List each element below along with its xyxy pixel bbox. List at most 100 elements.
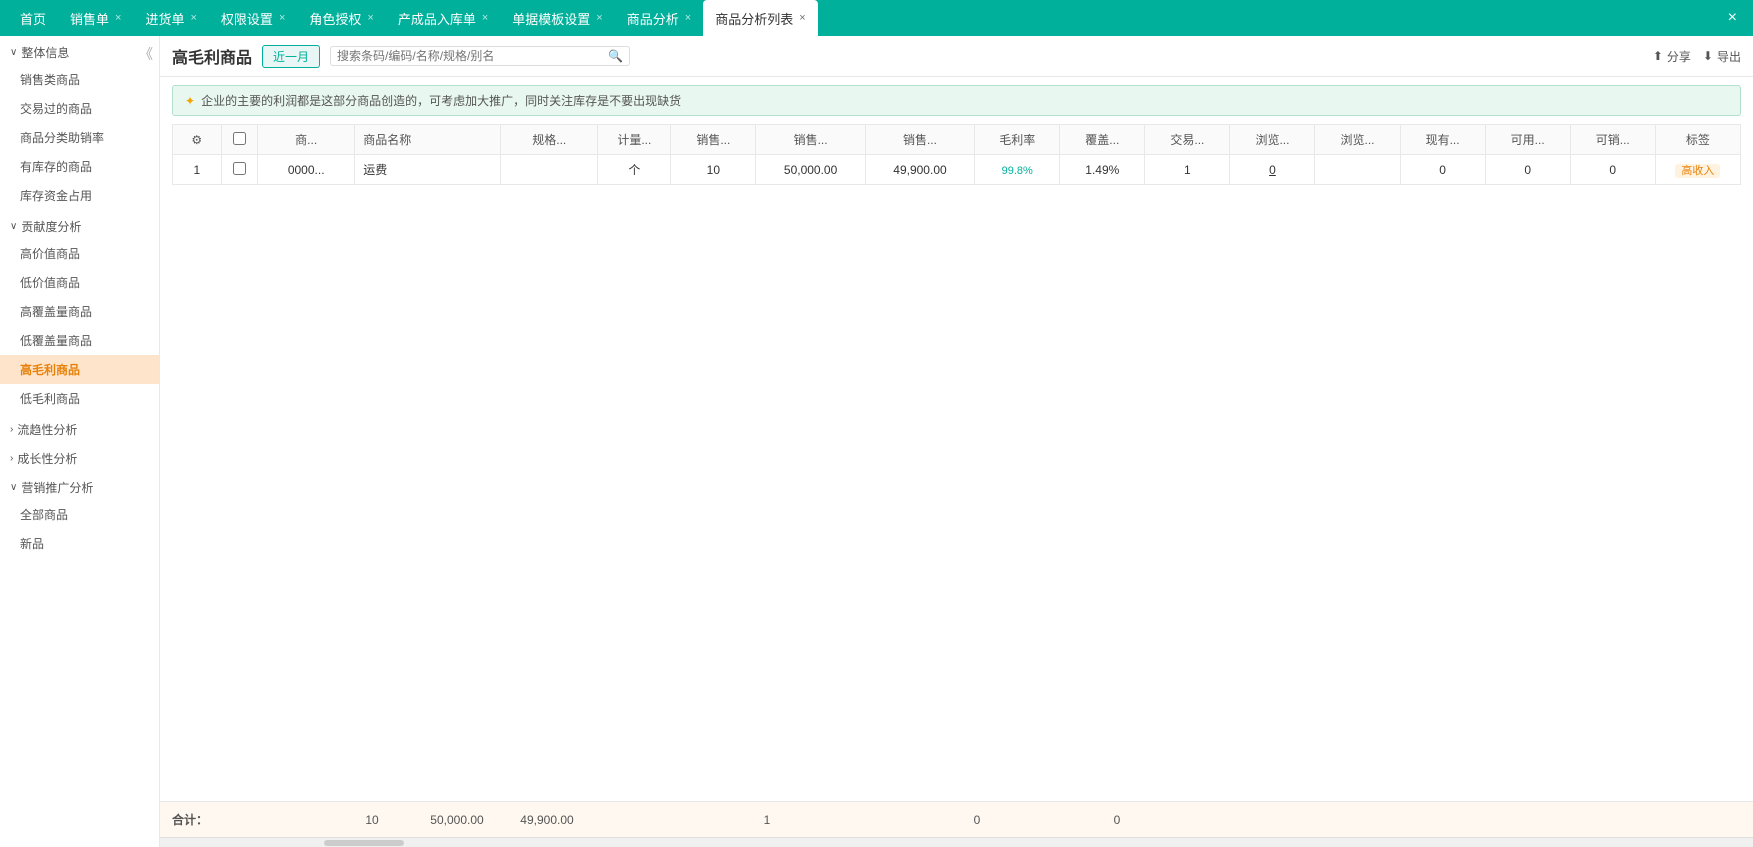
tab-analysis-list[interactable]: 商品分析列表 × <box>703 0 817 36</box>
cell-sales-cost: 49,900.00 <box>865 155 974 185</box>
col-header-browse1: 浏览... <box>1230 125 1315 155</box>
col-header-stock-avail: 可用... <box>1485 125 1570 155</box>
cell-spec <box>501 155 598 185</box>
row-checkbox[interactable] <box>233 162 246 175</box>
col-header-sales-qty: 销售... <box>671 125 756 155</box>
cell-num: 1 <box>173 155 222 185</box>
col-header-sales-cost: 销售... <box>865 125 974 155</box>
scrollbar-thumb[interactable] <box>324 840 404 846</box>
arrow-marketing: ∨ <box>10 482 17 493</box>
table-header-row: ⚙ 商... 商品名称 规格... 计量... 销售... 销售... 销售..… <box>173 125 1741 155</box>
arrow-overall: ∨ <box>10 47 17 58</box>
col-header-trade: 交易... <box>1145 125 1230 155</box>
export-icon: ⬇ <box>1703 49 1713 63</box>
sidebar-section-marketing[interactable]: ∨ 营销推广分析 <box>0 471 159 500</box>
arrow-growth: › <box>10 453 13 464</box>
cell-name: 运费 <box>355 155 501 185</box>
tab-template[interactable]: 单据模板设置 × <box>500 0 614 36</box>
close-tab-sales[interactable]: × <box>115 12 121 24</box>
col-header-sales-amt: 销售... <box>756 125 865 155</box>
sidebar-section-contribution[interactable]: ∨ 贡献度分析 <box>0 210 159 239</box>
close-tab-permission[interactable]: × <box>279 12 285 24</box>
tab-role[interactable]: 角色授权 × <box>297 0 385 36</box>
tab-analysis[interactable]: 商品分析 × <box>615 0 703 36</box>
share-button[interactable]: ⬆ 分享 <box>1653 48 1691 65</box>
header-actions: ⬆ 分享 ⬇ 导出 <box>1653 48 1741 65</box>
cell-check[interactable] <box>221 155 257 185</box>
table-container: ⚙ 商... 商品名称 规格... 计量... 销售... 销售... 销售..… <box>160 124 1753 801</box>
arrow-contribution: ∨ <box>10 221 17 232</box>
cell-browse1[interactable]: 0 <box>1230 155 1315 185</box>
horizontal-scrollbar[interactable] <box>160 837 1753 847</box>
footer-trade: 1 <box>732 813 802 827</box>
sidebar-item-low-value[interactable]: 低价值商品 <box>0 268 159 297</box>
search-box: 🔍 <box>330 46 630 66</box>
col-header-browse2: 浏览... <box>1315 125 1400 155</box>
cell-code: 0000... <box>258 155 355 185</box>
page-title: 高毛利商品 <box>172 44 252 68</box>
content-header: 高毛利商品 近一月 🔍 ⬆ 分享 ⬇ 导出 <box>160 36 1753 77</box>
tab-product-in[interactable]: 产成品入库单 × <box>386 0 500 36</box>
export-button[interactable]: ⬇ 导出 <box>1703 48 1741 65</box>
sidebar-item-stocked-goods[interactable]: 有库存的商品 <box>0 152 159 181</box>
footer-sellable: 0 <box>1082 813 1152 827</box>
search-input[interactable] <box>337 49 608 63</box>
tab-permission[interactable]: 权限设置 × <box>209 0 297 36</box>
tab-sales[interactable]: 销售单 × <box>58 0 133 36</box>
cell-trade: 1 <box>1145 155 1230 185</box>
col-header-stock-cur: 现有... <box>1400 125 1485 155</box>
close-tab-purchase[interactable]: × <box>190 12 196 24</box>
col-header-code: 商... <box>258 125 355 155</box>
sidebar-collapse-button[interactable]: 《 <box>139 44 153 64</box>
close-tab-analysis[interactable]: × <box>685 12 691 24</box>
sidebar-item-all-goods[interactable]: 全部商品 <box>0 500 159 529</box>
cell-margin-rate: 99.8% <box>975 155 1060 185</box>
filter-month-button[interactable]: 近一月 <box>262 45 320 68</box>
sidebar-item-low-coverage[interactable]: 低覆盖量商品 <box>0 326 159 355</box>
main-container: 《 ∨ 整体信息 销售类商品 交易过的商品 商品分类助销率 有库存的商品 库存资… <box>0 36 1753 847</box>
sidebar-item-high-margin[interactable]: 高毛利商品 <box>0 355 159 384</box>
col-header-margin: 毛利率 <box>975 125 1060 155</box>
close-tab-role[interactable]: × <box>367 12 373 24</box>
select-all-checkbox[interactable] <box>233 132 246 145</box>
cell-sales-qty: 10 <box>671 155 756 185</box>
sidebar-section-growth[interactable]: › 成长性分析 <box>0 442 159 471</box>
col-header-check[interactable] <box>221 125 257 155</box>
sidebar-item-stock-capital[interactable]: 库存资金占用 <box>0 181 159 210</box>
cell-sellable: 0 <box>1570 155 1655 185</box>
cell-unit: 个 <box>598 155 671 185</box>
footer-stock-cur: 0 <box>942 813 1012 827</box>
sidebar-item-traded-goods[interactable]: 交易过的商品 <box>0 94 159 123</box>
tab-home[interactable]: 首页 <box>8 0 58 36</box>
tab-purchase[interactable]: 进货单 × <box>133 0 208 36</box>
window-close-button[interactable]: × <box>1720 9 1745 27</box>
close-tab-template[interactable]: × <box>596 12 602 24</box>
col-header-settings[interactable]: ⚙ <box>173 125 222 155</box>
footer-sales-qty: 10 <box>332 813 412 827</box>
col-header-sellable: 可销... <box>1570 125 1655 155</box>
cell-cover: 1.49% <box>1060 155 1145 185</box>
col-header-name: 商品名称 <box>355 125 501 155</box>
sidebar-section-trend[interactable]: › 流趋性分析 <box>0 413 159 442</box>
col-header-tag: 标签 <box>1655 125 1740 155</box>
sidebar-item-high-coverage[interactable]: 高覆盖量商品 <box>0 297 159 326</box>
cell-tag: 高收入 <box>1655 155 1740 185</box>
sidebar-item-sales-goods[interactable]: 销售类商品 <box>0 65 159 94</box>
close-tab-analysis-list[interactable]: × <box>799 12 805 24</box>
sidebar-item-category-rate[interactable]: 商品分类助销率 <box>0 123 159 152</box>
arrow-trend: › <box>10 424 13 435</box>
col-header-unit: 计量... <box>598 125 671 155</box>
footer-sales-amt: 50,000.00 <box>412 813 502 827</box>
cell-sales-amt: 50,000.00 <box>756 155 865 185</box>
sidebar-item-high-value[interactable]: 高价值商品 <box>0 239 159 268</box>
cell-stock-avail: 0 <box>1485 155 1570 185</box>
search-icon[interactable]: 🔍 <box>608 49 623 63</box>
table-row: 1 0000... 运费 个 10 50,000.00 49,900.00 99… <box>173 155 1741 185</box>
close-tab-product-in[interactable]: × <box>482 12 488 24</box>
info-icon: ✦ <box>185 94 195 108</box>
sidebar-section-overall[interactable]: ∨ 整体信息 <box>0 36 159 65</box>
sidebar-item-new-goods[interactable]: 新品 <box>0 529 159 558</box>
footer-total-bar: 合计： 10 50,000.00 49,900.00 1 0 0 <box>160 801 1753 837</box>
cell-stock-cur: 0 <box>1400 155 1485 185</box>
sidebar-item-low-margin[interactable]: 低毛利商品 <box>0 384 159 413</box>
